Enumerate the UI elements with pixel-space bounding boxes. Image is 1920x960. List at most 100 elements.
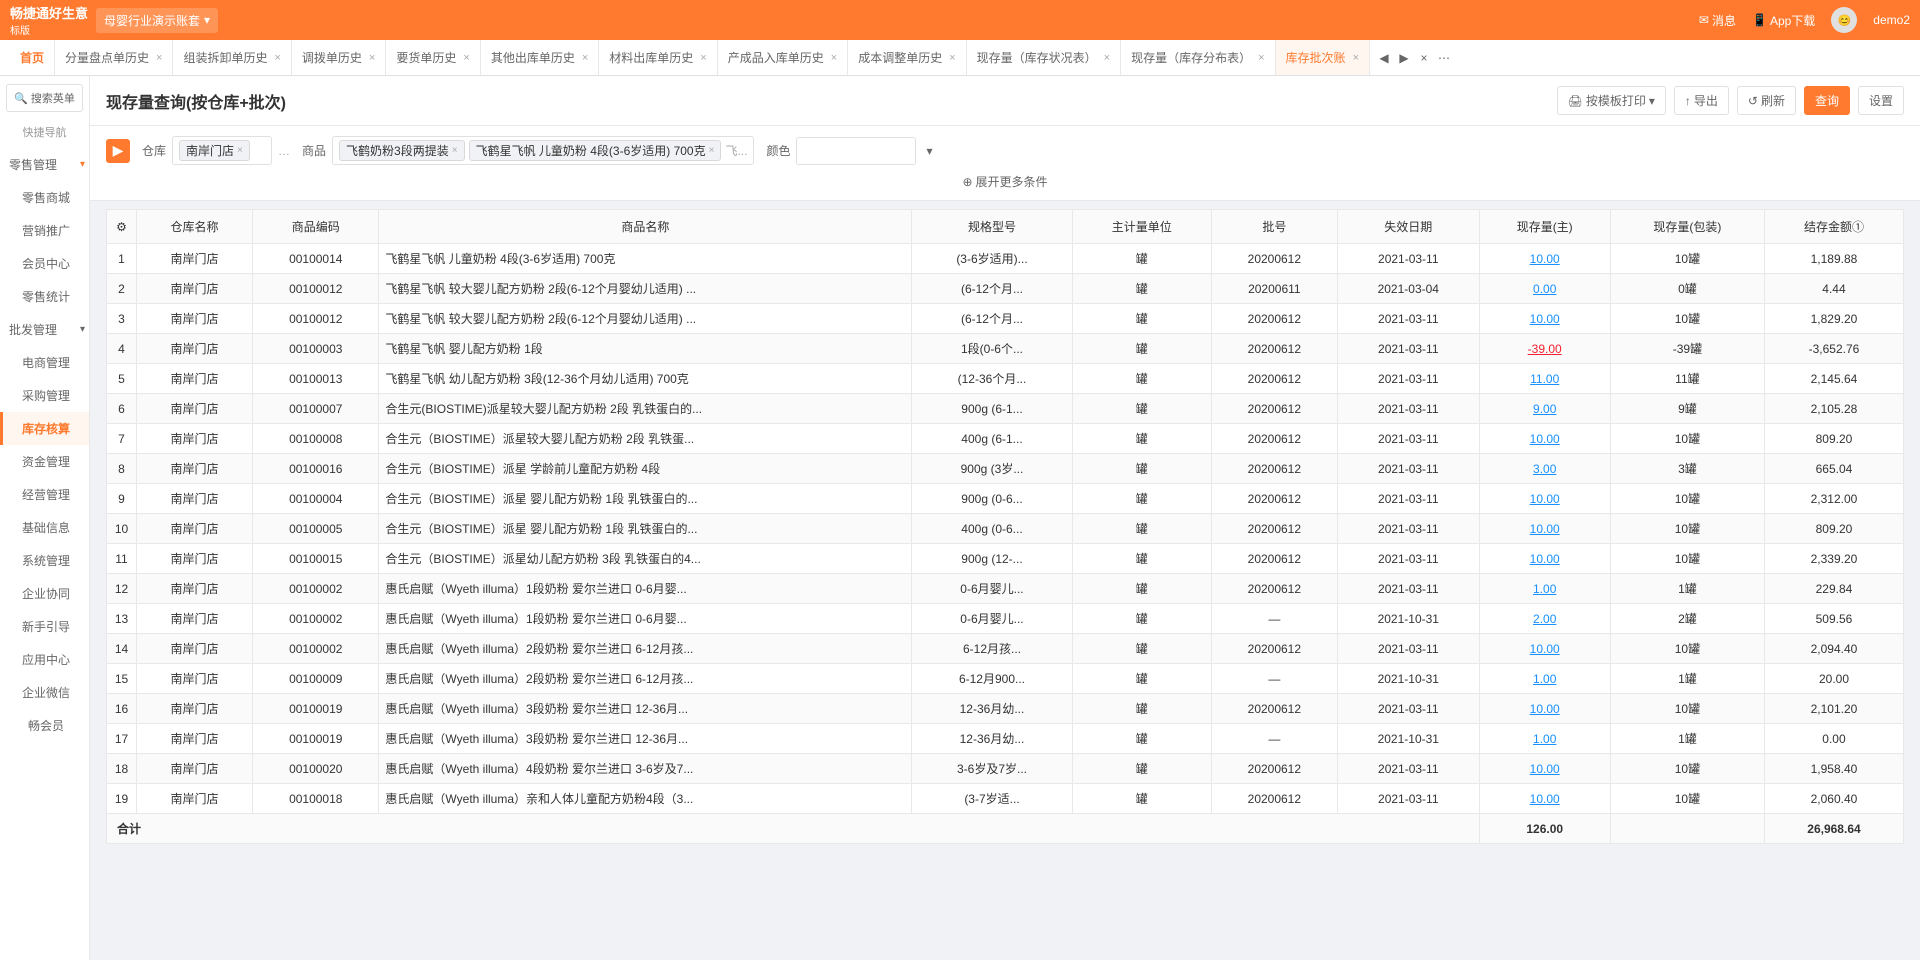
row-qty-pkg: 10罐: [1610, 784, 1764, 814]
row-warehouse: 南岸门店: [137, 334, 253, 364]
product-tag-1[interactable]: 飞鹤奶粉3段两提装 ×: [339, 140, 465, 161]
row-qty-main[interactable]: 2.00: [1479, 604, 1610, 634]
color-tag-container[interactable]: [796, 137, 916, 165]
row-warehouse: 南岸门店: [137, 244, 253, 274]
row-qty-main[interactable]: 1.00: [1479, 664, 1610, 694]
tab-xiancunzhuang[interactable]: 现存量（库存状况表）×: [967, 40, 1121, 76]
avatar[interactable]: 😊: [1831, 7, 1857, 33]
close-icon[interactable]: ×: [463, 52, 469, 64]
sidebar-item-ecommerce[interactable]: 电商管理: [0, 346, 89, 379]
sidebar-item-purchase[interactable]: 采购管理: [0, 379, 89, 412]
tab-xiancunfen[interactable]: 现存量（库存分布表）×: [1121, 40, 1275, 76]
sidebar-item-retail-store[interactable]: 零售商城: [0, 181, 89, 214]
tab-cailiaochu[interactable]: 材料出库单历史×: [599, 40, 717, 76]
product-tag-container[interactable]: 飞鹤奶粉3段两提装 × 飞鹤星飞帆 儿童奶粉 4段(3-6岁适用) 700克 ×…: [332, 136, 754, 165]
row-qty-pkg: 10罐: [1610, 484, 1764, 514]
row-qty-main[interactable]: 10.00: [1479, 244, 1610, 274]
row-qty-main[interactable]: 3.00: [1479, 454, 1610, 484]
sidebar-item-finance[interactable]: 资金管理: [0, 445, 89, 478]
tab-home[interactable]: 首页: [10, 40, 55, 76]
expand-more-btn[interactable]: ⊕ 展开更多条件: [962, 173, 1047, 190]
sidebar-item-enterprise[interactable]: 企业协同: [0, 577, 89, 610]
row-qty-main[interactable]: 10.00: [1479, 634, 1610, 664]
tab-qita[interactable]: 其他出库单历史×: [481, 40, 599, 76]
table-row: 9 南岸门店 00100004 合生元（BIOSTIME）派星 婴儿配方奶粉 1…: [107, 484, 1904, 514]
row-qty-main[interactable]: 1.00: [1479, 724, 1610, 754]
sidebar-item-retail-mgmt[interactable]: 零售管理 ▾: [0, 148, 89, 181]
export-btn[interactable]: ↑ 导出: [1674, 86, 1729, 115]
sidebar-item-base-info[interactable]: 基础信息: [0, 511, 89, 544]
filter-expand-btn[interactable]: ▶: [106, 139, 130, 163]
row-qty-main[interactable]: 10.00: [1479, 754, 1610, 784]
table-row: 19 南岸门店 00100018 惠氏启赋（Wyeth illuma）亲和人体儿…: [107, 784, 1904, 814]
row-index: 1: [107, 244, 137, 274]
row-qty-pkg: 10罐: [1610, 634, 1764, 664]
close-icon[interactable]: ×: [369, 52, 375, 64]
close-icon[interactable]: ×: [1104, 52, 1110, 64]
row-qty-main[interactable]: 10.00: [1479, 424, 1610, 454]
print-btn[interactable]: 🖨 按模板打印 ▾: [1557, 86, 1666, 115]
row-spec: 900g (0-6...: [912, 484, 1073, 514]
sidebar-item-guide[interactable]: 新手引导: [0, 610, 89, 643]
tag-close-icon[interactable]: ×: [237, 145, 243, 156]
close-icon[interactable]: ×: [582, 52, 588, 64]
table-row: 17 南岸门店 00100019 惠氏启赋（Wyeth illuma）3段奶粉 …: [107, 724, 1904, 754]
setting-btn[interactable]: 设置: [1858, 86, 1904, 115]
row-qty-main[interactable]: 11.00: [1479, 364, 1610, 394]
row-qty-main[interactable]: 1.00: [1479, 574, 1610, 604]
tab-yaohuo[interactable]: 要货单历史×: [386, 40, 480, 76]
row-code: 00100014: [253, 244, 379, 274]
close-icon[interactable]: ×: [831, 52, 837, 64]
sidebar-item-inventory[interactable]: 库存核算: [0, 412, 89, 445]
row-qty-main[interactable]: 10.00: [1479, 304, 1610, 334]
row-unit: 罐: [1072, 664, 1211, 694]
sidebar-item-wholesale[interactable]: 批发管理 ▾: [0, 313, 89, 346]
tab-diaopai[interactable]: 调拨单历史×: [292, 40, 386, 76]
close-icon[interactable]: ×: [700, 52, 706, 64]
row-qty-main[interactable]: 10.00: [1479, 544, 1610, 574]
sidebar-item-apps[interactable]: 应用中心: [0, 643, 89, 676]
warehouse-more[interactable]: …: [278, 144, 290, 158]
tab-fenliang[interactable]: 分量盘点单历史×: [55, 40, 173, 76]
row-qty-main[interactable]: 10.00: [1479, 784, 1610, 814]
nav-prev-btn[interactable]: ◀: [1375, 49, 1393, 67]
row-qty-main[interactable]: 10.00: [1479, 514, 1610, 544]
app-download-btn[interactable]: 📱 App下载: [1752, 12, 1815, 29]
row-qty-main[interactable]: 10.00: [1479, 484, 1610, 514]
warehouse-tag-container[interactable]: 南岸门店 ×: [172, 136, 272, 165]
search-btn[interactable]: 查询: [1804, 86, 1850, 115]
tab-chengpinruku[interactable]: 产成品入库单历史×: [718, 40, 848, 76]
sidebar-item-marketing[interactable]: 营销推广: [0, 214, 89, 247]
tab-kucunpici[interactable]: 库存批次账×: [1276, 40, 1370, 76]
row-qty-main[interactable]: 9.00: [1479, 394, 1610, 424]
message-btn[interactable]: ✉ 消息: [1699, 12, 1736, 29]
close-icon[interactable]: ×: [1258, 52, 1264, 64]
account-selector[interactable]: 母婴行业演示账套 ▾: [96, 8, 218, 33]
sidebar-item-members[interactable]: 会员中心: [0, 247, 89, 280]
sidebar-item-retail-stats[interactable]: 零售统计: [0, 280, 89, 313]
color-dropdown-icon[interactable]: ▾: [926, 144, 932, 158]
tab-chenben[interactable]: 成本调整单历史×: [848, 40, 966, 76]
close-icon[interactable]: ×: [1353, 52, 1359, 64]
sidebar-item-wechat[interactable]: 企业微信: [0, 676, 89, 709]
row-qty-main[interactable]: 0.00: [1479, 274, 1610, 304]
close-icon[interactable]: ×: [156, 52, 162, 64]
close-icon[interactable]: ×: [274, 52, 280, 64]
nav-menu-btn[interactable]: ⋯: [1435, 49, 1453, 67]
row-qty-pkg: 10罐: [1610, 754, 1764, 784]
tag-close-icon[interactable]: ×: [709, 145, 715, 156]
refresh-btn[interactable]: ↺ 刷新: [1737, 86, 1796, 115]
sidebar-item-member-vip[interactable]: 畅会员: [0, 709, 89, 742]
product-tag-2[interactable]: 飞鹤星飞帆 儿童奶粉 4段(3-6岁适用) 700克 ×: [469, 140, 722, 161]
row-qty-main[interactable]: 10.00: [1479, 694, 1610, 724]
sidebar-item-operations[interactable]: 经营管理: [0, 478, 89, 511]
search-menu-btn[interactable]: 🔍 搜索英单: [6, 84, 83, 112]
tab-zuzhang[interactable]: 组装拆卸单历史×: [173, 40, 291, 76]
sidebar-item-system[interactable]: 系统管理: [0, 544, 89, 577]
row-qty-main[interactable]: -39.00: [1479, 334, 1610, 364]
warehouse-tag[interactable]: 南岸门店 ×: [179, 140, 250, 161]
close-icon[interactable]: ×: [949, 52, 955, 64]
tag-close-icon[interactable]: ×: [452, 145, 458, 156]
nav-close-btn[interactable]: ×: [1415, 49, 1433, 67]
nav-next-btn[interactable]: ▶: [1395, 49, 1413, 67]
